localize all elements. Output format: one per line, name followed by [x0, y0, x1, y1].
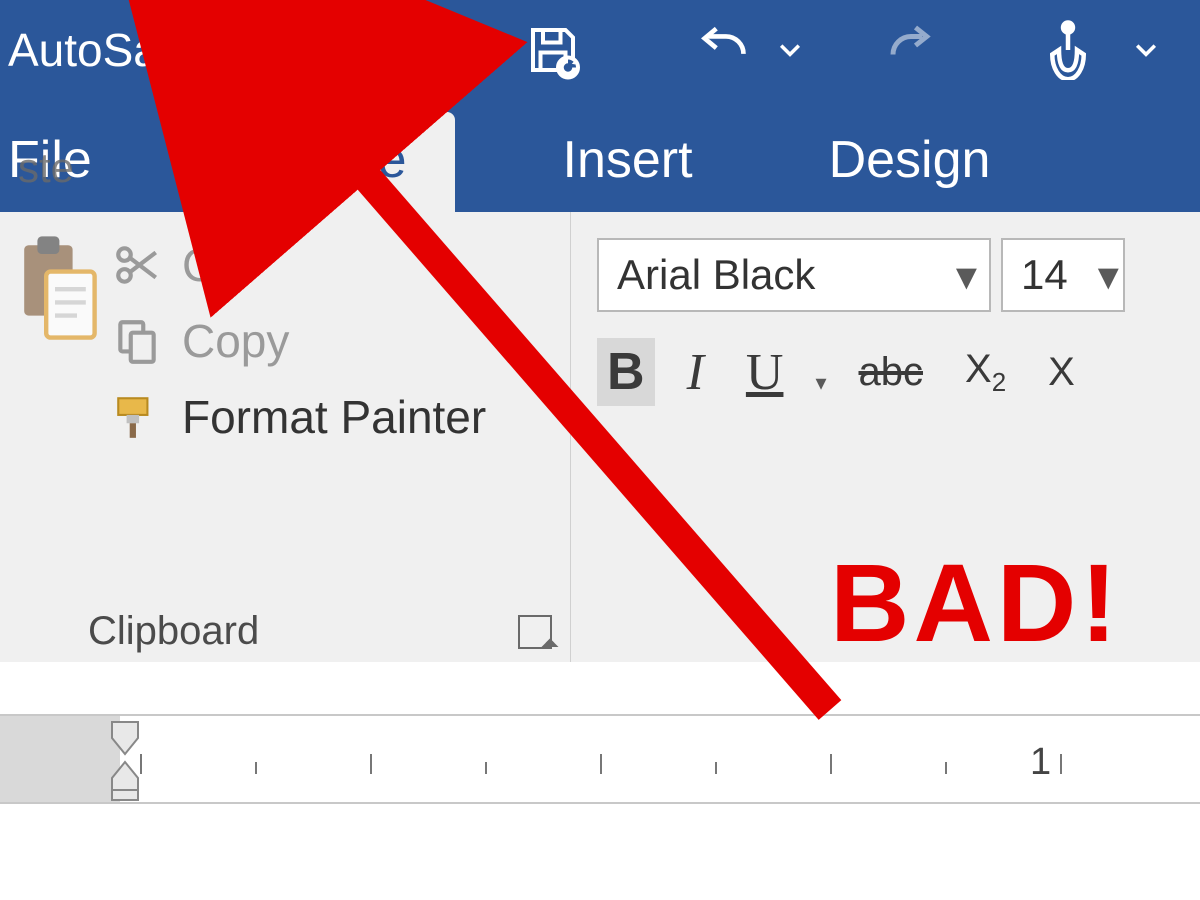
paste-icon [10, 232, 100, 342]
ruler-number-1: 1 [1030, 741, 1051, 784]
chevron-down-icon: ▾ [1086, 251, 1131, 300]
touch-mode-icon[interactable] [1041, 20, 1095, 80]
copy-button[interactable]: Copy [110, 314, 486, 368]
undo-dropdown-icon[interactable] [779, 39, 801, 61]
chevron-down-icon: ▾ [944, 251, 989, 300]
ruler-gap [0, 662, 1200, 714]
font-size-value: 14 [1003, 251, 1086, 299]
ruler-tick [600, 754, 602, 774]
autosave-group: AutoSave On [8, 20, 423, 80]
ruler-tick [830, 754, 832, 774]
ribbon: Cut Copy [0, 212, 1200, 662]
ruler-tick [370, 754, 372, 774]
ruler-tick [945, 762, 947, 774]
paste-button[interactable] [0, 232, 110, 342]
format-painter-label: Format Painter [182, 390, 486, 444]
ruler-tick [140, 754, 142, 774]
ruler-tick [255, 762, 257, 774]
format-painter-button[interactable]: Format Painter [110, 390, 486, 444]
ruler-tick [485, 762, 487, 774]
superscript-button[interactable]: X [1038, 346, 1085, 399]
redo-icon[interactable] [881, 23, 941, 77]
clipboard-group-label: Clipboard [88, 609, 259, 654]
scissors-icon [110, 238, 164, 292]
subscript-button[interactable]: X2 [955, 343, 1016, 402]
paste-label: ste [0, 144, 570, 192]
font-name-combo[interactable]: Arial Black ▾ [597, 238, 991, 312]
underline-dropdown-icon[interactable]: ▾ [815, 370, 826, 396]
autosave-toggle-state: On [239, 26, 295, 74]
font-group: Arial Black ▾ 14 ▾ B I U ▾ abc X2 X [571, 212, 1200, 662]
bold-button[interactable]: B [597, 338, 655, 406]
touch-mode-dropdown-icon[interactable] [1135, 39, 1157, 61]
ruler-tick [1060, 754, 1062, 774]
copy-icon [110, 314, 164, 368]
clipboard-group: Cut Copy [0, 212, 571, 662]
autosave-label: AutoSave [8, 23, 207, 77]
save-icon[interactable] [523, 20, 583, 80]
ruler-margin-area [0, 716, 120, 802]
title-bar: AutoSave On [0, 0, 1200, 100]
font-size-combo[interactable]: 14 ▾ [1001, 238, 1125, 312]
format-painter-icon [110, 390, 164, 444]
tab-design[interactable]: Design [781, 112, 1039, 212]
clipboard-dialog-launcher[interactable] [518, 615, 552, 649]
strikethrough-button[interactable]: abc [849, 346, 934, 399]
autosave-toggle-knob [314, 28, 358, 72]
italic-button[interactable]: I [677, 339, 714, 406]
horizontal-ruler[interactable]: 1 [0, 714, 1200, 804]
indent-marker[interactable] [108, 718, 138, 798]
copy-label: Copy [182, 314, 289, 368]
autosave-toggle[interactable]: On [225, 20, 423, 80]
cut-button[interactable]: Cut [110, 238, 486, 292]
ruler-tick [715, 762, 717, 774]
undo-icon[interactable] [693, 25, 759, 75]
font-name-value: Arial Black [599, 251, 833, 299]
underline-button[interactable]: U [736, 339, 794, 406]
cut-label: Cut [182, 238, 254, 292]
